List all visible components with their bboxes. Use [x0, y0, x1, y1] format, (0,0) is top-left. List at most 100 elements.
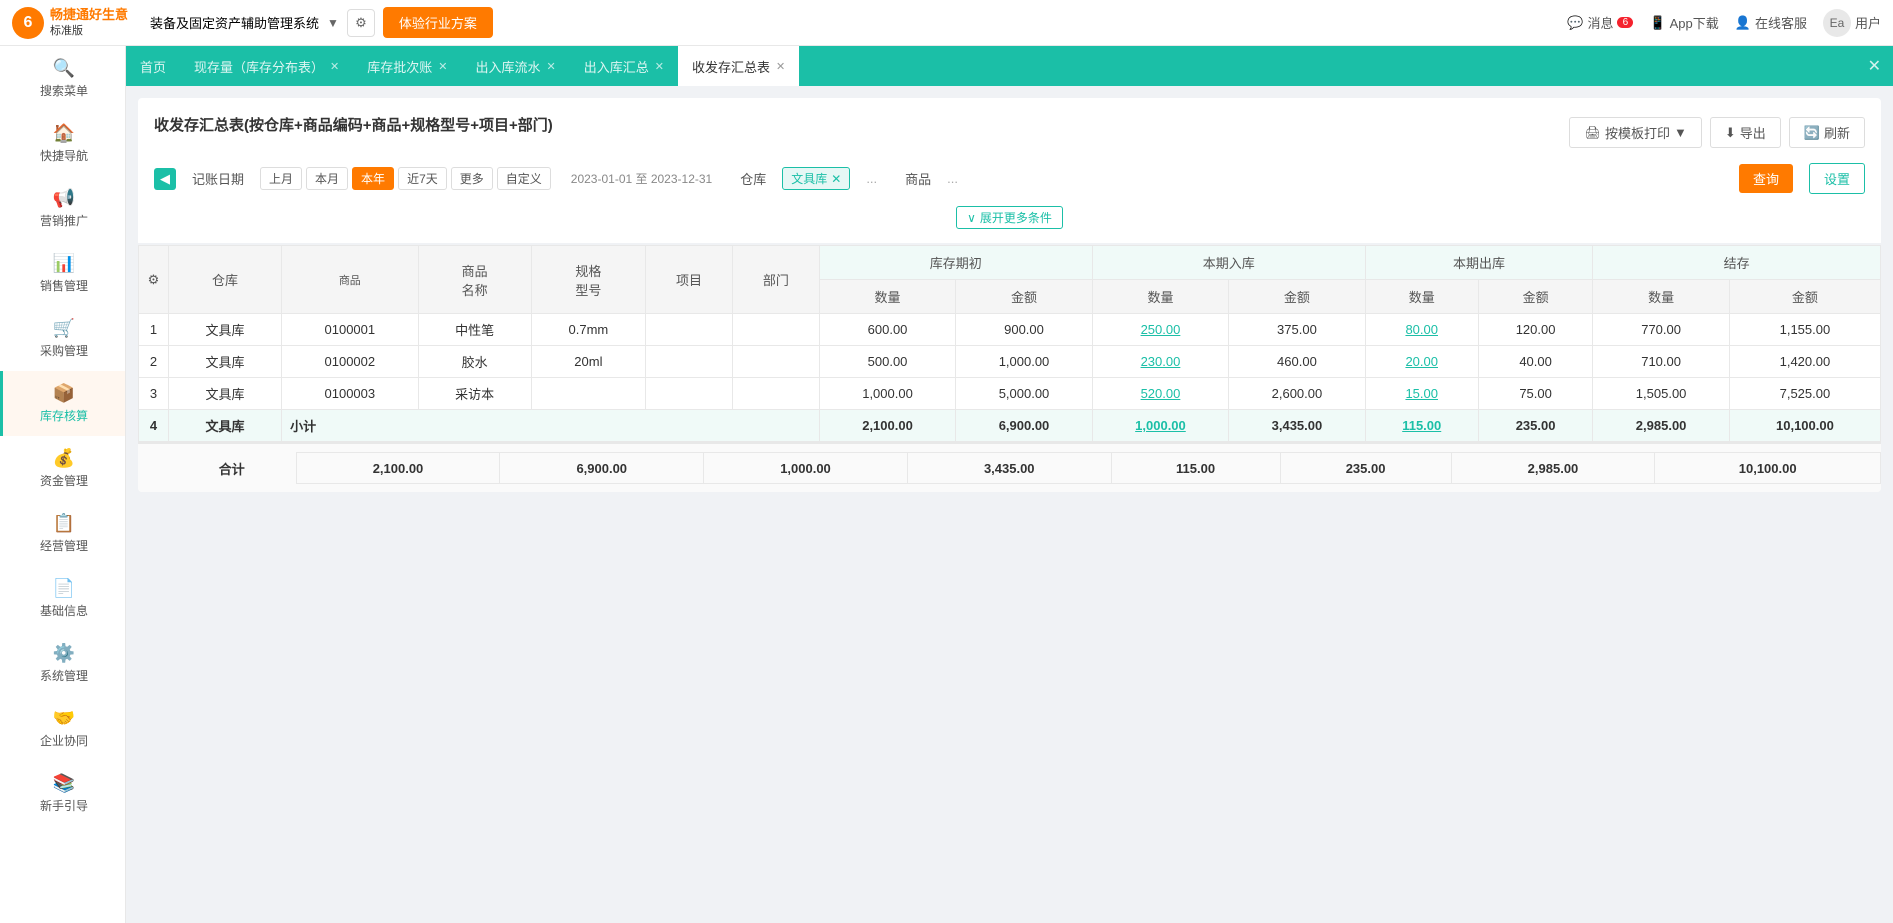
app-download-button[interactable]: 📱 App下载 [1649, 13, 1718, 32]
tab-bar: 首页 现存量（库存分布表） ✕ 库存批次账 ✕ 出入库流水 ✕ 出入库汇总 ✕ [126, 46, 1893, 86]
subtotal-no: 4 [139, 410, 169, 442]
user-button[interactable]: Ea 用户 [1823, 9, 1881, 37]
warehouse-tag[interactable]: 文具库 ✕ [782, 167, 850, 190]
print-button[interactable]: 🖨 按模板打印 ▼ [1569, 117, 1701, 148]
system-dropdown[interactable]: ▼ [327, 16, 339, 30]
date-btn-more[interactable]: 更多 [451, 167, 493, 190]
export-icon: ⬇ [1725, 125, 1736, 141]
row-out-qty[interactable]: 15.00 [1365, 378, 1478, 410]
query-button[interactable]: 查询 [1739, 164, 1793, 193]
row-code: 0100001 [282, 314, 419, 346]
date-btn-this-month[interactable]: 本月 [306, 167, 348, 190]
date-btn-last-month[interactable]: 上月 [260, 167, 302, 190]
tab-batch-account-close[interactable]: ✕ [438, 60, 447, 73]
tab-home[interactable]: 首页 [126, 46, 180, 86]
sidebar-icon-sales: 📊 [53, 253, 75, 274]
sidebar-item-marketing[interactable]: 📢营销推广 [0, 176, 125, 241]
trial-button[interactable]: 体验行业方案 [383, 7, 493, 38]
sidebar-item-purchase[interactable]: 🛒采购管理 [0, 306, 125, 371]
system-name: 装备及固定资产辅助管理系统 [150, 13, 319, 32]
row-in-qty[interactable]: 250.00 [1092, 314, 1228, 346]
tab-in-out-flow[interactable]: 出入库流水 ✕ [461, 46, 569, 86]
print-dropdown-icon: ▼ [1674, 125, 1687, 140]
goods-more[interactable]: ... [947, 171, 958, 186]
row-bal-amt: 1,155.00 [1729, 314, 1880, 346]
row-out-amt: 40.00 [1478, 346, 1593, 378]
message-button[interactable]: 💬 消息 6 [1567, 13, 1633, 32]
settings-gear-button[interactable]: ⚙ [347, 9, 375, 37]
col-out-qty: 数量 [1365, 280, 1478, 314]
expand-icon: ∨ [967, 211, 976, 225]
date-btn-7days[interactable]: 近7天 [398, 167, 447, 190]
row-project [646, 378, 733, 410]
refresh-icon: 🔄 [1804, 125, 1820, 141]
sidebar-item-finance[interactable]: 💰资金管理 [0, 436, 125, 501]
warehouse-tag-close[interactable]: ✕ [831, 172, 841, 186]
total-in-amt: 3,435.00 [907, 453, 1111, 484]
warehouse-label: 仓库 [740, 169, 766, 188]
filter-settings-button[interactable]: 设置 [1809, 163, 1865, 194]
row-dept [732, 346, 819, 378]
sidebar-icon-purchase: 🛒 [53, 318, 75, 339]
col-in-qty: 数量 [1092, 280, 1228, 314]
tab-batch-account[interactable]: 库存批次账 ✕ [353, 46, 461, 86]
sidebar-icon-inventory: 📦 [53, 383, 75, 404]
col-balance-header: 结存 [1593, 246, 1881, 280]
expand-more-conditions-button[interactable]: ∨ 展开更多条件 [956, 206, 1063, 229]
sidebar-icon-search: 🔍 [53, 58, 75, 79]
online-service-button[interactable]: 👤 在线客服 [1735, 13, 1807, 32]
sidebar-item-inventory[interactable]: 📦库存核算 [0, 371, 125, 436]
col-goods-name-header: 商品名称 [418, 246, 531, 314]
table-settings-icon[interactable]: ⚙ [148, 272, 160, 287]
row-out-qty[interactable]: 80.00 [1365, 314, 1478, 346]
row-in-qty[interactable]: 520.00 [1092, 378, 1228, 410]
sidebar-item-operations[interactable]: 📋经营管理 [0, 501, 125, 566]
col-goods-code-header: 商品 [282, 246, 419, 314]
row-out-amt: 75.00 [1478, 378, 1593, 410]
sidebar-item-system[interactable]: ⚙️系统管理 [0, 631, 125, 696]
sidebar-icon-system: ⚙️ [53, 643, 75, 664]
warehouse-more[interactable]: ... [866, 171, 877, 186]
row-in-qty[interactable]: 230.00 [1092, 346, 1228, 378]
col-settings-header[interactable]: ⚙ [139, 246, 169, 314]
sidebar-item-quick-nav[interactable]: 🏠快捷导航 [0, 111, 125, 176]
sidebar-label-beginner: 新手引导 [40, 797, 88, 814]
total-label: 合计 [168, 453, 296, 484]
logo-icon: 6 [12, 7, 44, 39]
close-all-tabs-button[interactable]: ✕ [1856, 56, 1893, 76]
col-goods-spec-header: 规格型号 [531, 246, 646, 314]
export-button[interactable]: ⬇ 导出 [1710, 117, 1781, 148]
row-bal-qty: 770.00 [1593, 314, 1729, 346]
sidebar-item-search[interactable]: 🔍 搜索菜单 [0, 46, 125, 111]
filter-collapse-button[interactable]: ◀ [154, 168, 176, 190]
row-open-amt: 900.00 [956, 314, 1092, 346]
tab-in-out-flow-close[interactable]: ✕ [547, 60, 556, 73]
subtotal-in-qty[interactable]: 1,000.00 [1092, 410, 1228, 442]
subtotal-bal-amt: 10,100.00 [1729, 410, 1880, 442]
refresh-button[interactable]: 🔄 刷新 [1789, 117, 1865, 148]
row-dept [732, 378, 819, 410]
sidebar-item-basic-info[interactable]: 📄基础信息 [0, 566, 125, 631]
tab-in-out-summary[interactable]: 出入库汇总 ✕ [570, 46, 678, 86]
tab-in-out-summary-close[interactable]: ✕ [655, 60, 664, 73]
date-btn-custom[interactable]: 自定义 [497, 167, 551, 190]
tab-stock-dist-close[interactable]: ✕ [330, 60, 339, 73]
sidebar-item-beginner[interactable]: 📚新手引导 [0, 761, 125, 826]
sidebar-item-sales[interactable]: 📊销售管理 [0, 241, 125, 306]
date-btn-this-year[interactable]: 本年 [352, 167, 394, 190]
row-in-amt: 460.00 [1229, 346, 1365, 378]
sidebar-icon-finance: 💰 [53, 448, 75, 469]
subtotal-open-qty: 2,100.00 [819, 410, 955, 442]
subtotal-out-qty[interactable]: 115.00 [1365, 410, 1478, 442]
row-bal-qty: 1,505.00 [1593, 378, 1729, 410]
row-out-amt: 120.00 [1478, 314, 1593, 346]
table-row: 1 文具库 0100001 中性笔 0.7mm 600.00 900.00 25… [139, 314, 1881, 346]
sidebar-label-search: 搜索菜单 [40, 82, 88, 99]
tab-recv-send-summary-close[interactable]: ✕ [776, 60, 785, 73]
row-out-qty[interactable]: 20.00 [1365, 346, 1478, 378]
subtotal-in-amt: 3,435.00 [1229, 410, 1365, 442]
tab-stock-dist[interactable]: 现存量（库存分布表） ✕ [180, 46, 353, 86]
subtotal-label: 小计 [282, 410, 820, 442]
tab-recv-send-summary[interactable]: 收发存汇总表 ✕ [678, 46, 799, 86]
sidebar-item-enterprise[interactable]: 🤝企业协同 [0, 696, 125, 761]
